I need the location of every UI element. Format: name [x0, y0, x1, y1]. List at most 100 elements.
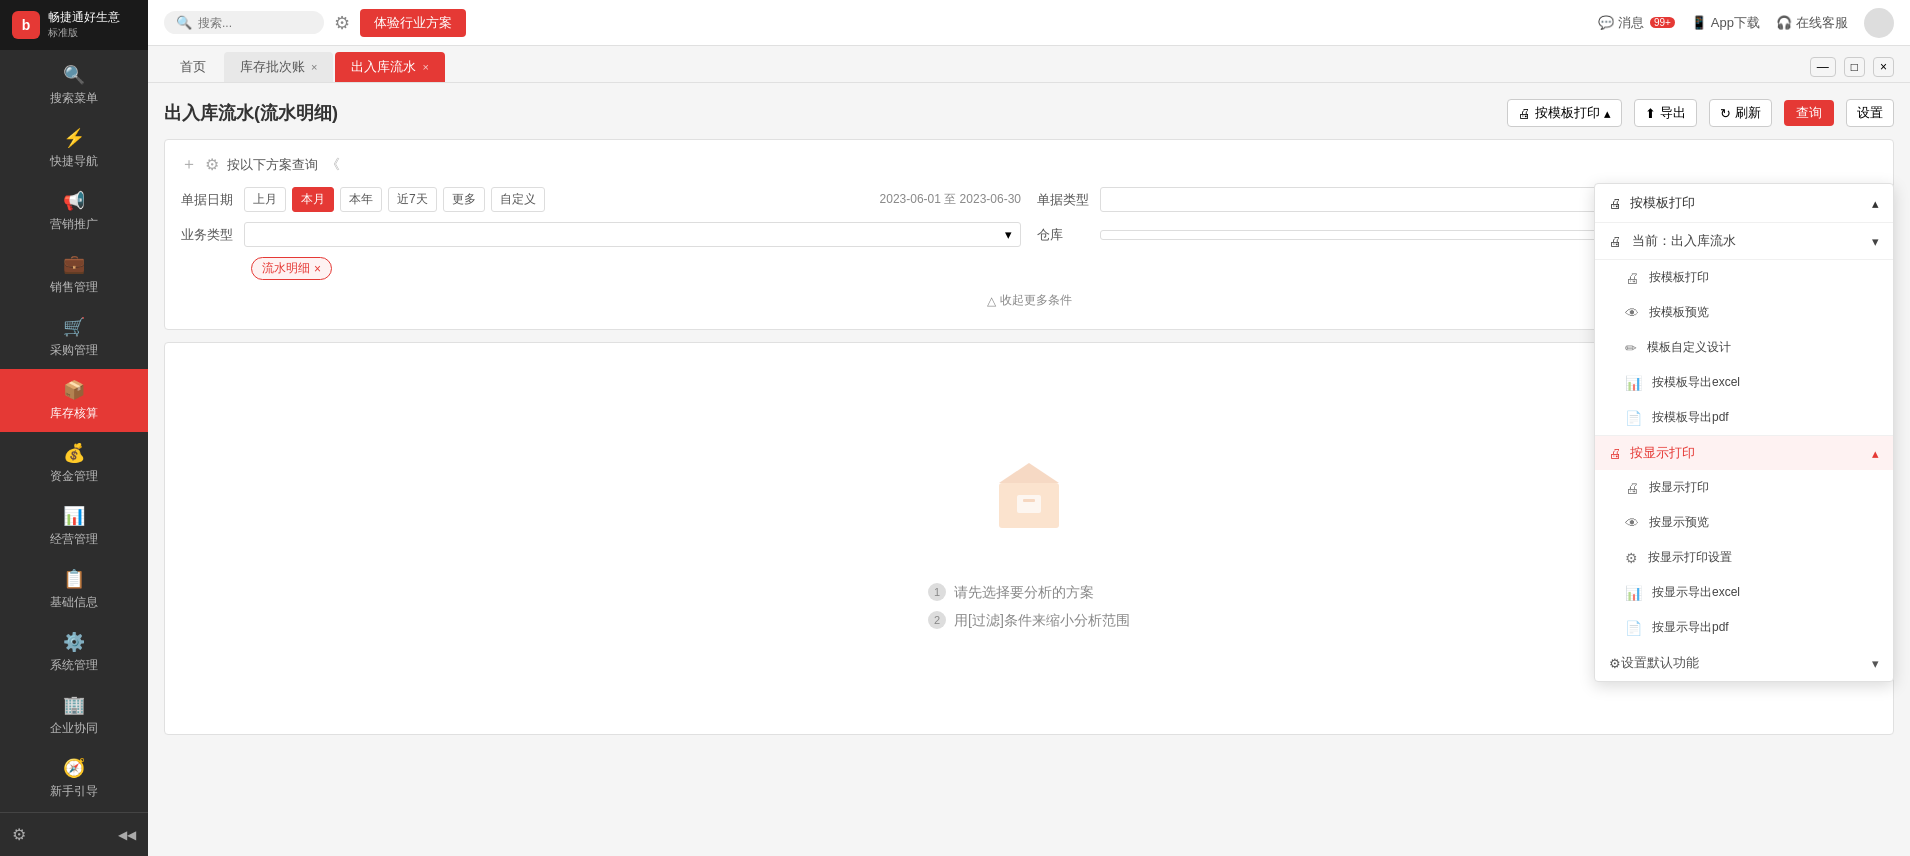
display-print-settings-icon: ⚙ — [1625, 550, 1638, 566]
active-filter-tag[interactable]: 流水明细 × — [251, 257, 332, 280]
sales-icon: 💼 — [63, 253, 85, 275]
topbar-search-input[interactable] — [198, 16, 298, 30]
current-icon: 🖨 — [1609, 234, 1622, 249]
dropdown-item-display-print-settings[interactable]: ⚙按显示打印设置 — [1595, 540, 1893, 575]
topbar-search[interactable]: 🔍 — [164, 11, 324, 34]
app-download-btn[interactable]: 📱 App下载 — [1691, 14, 1760, 32]
page-content: 出入库流水(流水明细) 🖨 按模板打印 ⬆ 导出 ↻ 刷新 查询 设置 — [148, 83, 1910, 856]
dropdown-footer[interactable]: ⚙ 设置默认功能 — [1595, 645, 1893, 681]
online-service-btn[interactable]: 🎧 在线客服 — [1776, 14, 1848, 32]
dropdown-item-display-preview[interactable]: 👁按显示预览 — [1595, 505, 1893, 540]
print-template-btn[interactable]: 🖨 按模板打印 — [1507, 99, 1622, 127]
sidebar-item-label: 资金管理 — [50, 468, 98, 485]
page-actions: 🖨 按模板打印 ⬆ 导出 ↻ 刷新 查询 设置 — [1507, 99, 1894, 127]
refresh-btn[interactable]: ↻ 刷新 — [1709, 99, 1772, 127]
dropdown-collapse-icon[interactable] — [1872, 196, 1879, 211]
sidebar-item-enterprise[interactable]: 🏢企业协同 — [0, 684, 148, 747]
dropdown-item-display-print[interactable]: 🖨按显示打印 — [1595, 470, 1893, 505]
tab-close-batch-account[interactable]: × — [311, 61, 317, 73]
add-condition-btn[interactable]: ＋ — [181, 154, 197, 175]
dropdown-item-display-export-pdf[interactable]: 📄按显示导出pdf — [1595, 610, 1893, 645]
dropdown-item-template-customize[interactable]: ✏模板自定义设计 — [1595, 330, 1893, 365]
sidebar-item-inventory[interactable]: 📦库存核算 — [0, 369, 148, 432]
export-btn[interactable]: ⬆ 导出 — [1634, 99, 1697, 127]
sidebar-item-quick-nav[interactable]: ⚡快捷导航 — [0, 117, 148, 180]
settings-btn[interactable]: 设置 — [1846, 99, 1894, 127]
dropdown-current-item[interactable]: 🖨 当前：出入库流水 — [1595, 223, 1893, 259]
sidebar-item-operation[interactable]: 📊经营管理 — [0, 495, 148, 558]
date-range-display: 2023-06-01 至 2023-06-30 — [880, 191, 1021, 208]
search-icon: 🔍 — [63, 64, 85, 86]
sidebar-item-search[interactable]: 🔍 搜索菜单 — [0, 54, 148, 117]
display-export-pdf-label: 按显示导出pdf — [1652, 619, 1729, 636]
dropdown-display-group-header[interactable]: 🖨按显示打印 — [1595, 436, 1893, 470]
settings-gear-icon[interactable]: ⚙ — [334, 12, 350, 34]
inventory-icon: 📦 — [63, 379, 85, 401]
date-btn-1[interactable]: 本月 — [292, 187, 334, 212]
sidebar-item-guide[interactable]: 🧭新手引导 — [0, 747, 148, 810]
message-btn[interactable]: 💬 消息 99+ — [1598, 14, 1675, 32]
export-label: 导出 — [1660, 104, 1686, 122]
collapse-label: 收起更多条件 — [1000, 292, 1072, 309]
chevron-up-icon — [1604, 106, 1611, 121]
sidebar-item-label: 营销推广 — [50, 216, 98, 233]
marketing-icon: 📢 — [63, 190, 85, 212]
topbar-right: 💬 消息 99+ 📱 App下载 🎧 在线客服 — [1598, 8, 1894, 38]
collapse-panel-btn[interactable]: 《 — [326, 156, 340, 174]
tip-text-1: 请先选择要分析的方案 — [954, 578, 1094, 606]
sidebar-item-basic-info[interactable]: 📋基础信息 — [0, 558, 148, 621]
sidebar-item-marketing[interactable]: 📢 营销推广 — [0, 180, 148, 243]
sidebar-item-system[interactable]: ⚙️系统管理 — [0, 621, 148, 684]
settings-condition-btn[interactable]: ⚙ — [205, 155, 219, 174]
sidebar-item-finance[interactable]: 💰资金管理 — [0, 432, 148, 495]
display-export-excel-icon: 📊 — [1625, 585, 1642, 601]
biz-type-select[interactable]: ▾ — [244, 222, 1021, 247]
tab-home[interactable]: 首页 — [164, 52, 222, 82]
date-label: 单据日期 — [181, 191, 236, 209]
operation-icon: 📊 — [63, 505, 85, 527]
dropdown-item-display-export-excel[interactable]: 📊按显示导出excel — [1595, 575, 1893, 610]
svg-rect-3 — [1023, 499, 1035, 502]
app-download-label: App下载 — [1711, 14, 1760, 32]
print-dropdown-panel: 🖨 按模板打印 🖨 当前：出入库流水 🖨按模板打印👁按模板预览✏模板自定义设计📊… — [1594, 183, 1894, 682]
tab-flow[interactable]: 出入库流水× — [335, 52, 444, 82]
app-version: 标准版 — [48, 26, 120, 40]
date-btn-5[interactable]: 自定义 — [491, 187, 545, 212]
sidebar-item-label: 系统管理 — [50, 657, 98, 674]
main-area: 🔍 ⚙ 体验行业方案 💬 消息 99+ 📱 App下载 🎧 在线客服 — [148, 0, 1910, 856]
sidebar-item-purchase[interactable]: 🛒采购管理 — [0, 306, 148, 369]
tabs-maximize-btn[interactable]: □ — [1844, 57, 1865, 77]
dropdown-item-template-export-excel[interactable]: 📊按模板导出excel — [1595, 365, 1893, 400]
dropdown-current: 🖨 当前：出入库流水 — [1595, 223, 1893, 260]
collapse-icon[interactable]: ◀◀ — [118, 828, 136, 842]
dropdown-item-template-export-pdf[interactable]: 📄按模板导出pdf — [1595, 400, 1893, 435]
tip-text-2: 用[过滤]条件来缩小分析范围 — [954, 606, 1130, 634]
tip-item-2: 2 用[过滤]条件来缩小分析范围 — [928, 606, 1130, 634]
date-btn-3[interactable]: 近7天 — [388, 187, 437, 212]
tag-remove-icon[interactable]: × — [314, 262, 321, 276]
query-btn[interactable]: 查询 — [1784, 100, 1834, 126]
tab-batch-account[interactable]: 库存批次账× — [224, 52, 333, 82]
tab-close-flow[interactable]: × — [422, 61, 428, 73]
display-group-label: 按显示打印 — [1630, 444, 1695, 462]
dropdown-item-template-print[interactable]: 🖨按模板打印 — [1595, 260, 1893, 295]
date-btn-2[interactable]: 本年 — [340, 187, 382, 212]
dropdown-header-label: 按模板打印 — [1630, 194, 1695, 212]
dropdown-item-template-preview[interactable]: 👁按模板预览 — [1595, 295, 1893, 330]
settings-icon[interactable]: ⚙ — [12, 825, 26, 844]
biz-type-label: 业务类型 — [181, 226, 236, 244]
tabs-minimize-btn[interactable]: — — [1810, 57, 1836, 77]
sidebar-item-label: 搜索菜单 — [50, 90, 98, 107]
date-btn-4[interactable]: 更多 — [443, 187, 485, 212]
sidebar-item-sales[interactable]: 💼销售管理 — [0, 243, 148, 306]
tab-label-home: 首页 — [180, 58, 206, 76]
tabs-close-btn[interactable]: × — [1873, 57, 1894, 77]
date-btn-0[interactable]: 上月 — [244, 187, 286, 212]
user-avatar[interactable] — [1864, 8, 1894, 38]
industry-btn[interactable]: 体验行业方案 — [360, 9, 466, 37]
sidebar-item-label: 采购管理 — [50, 342, 98, 359]
dropdown-current-label: 当前：出入库流水 — [1632, 232, 1736, 250]
biz-type-field: 业务类型 ▾ — [181, 222, 1021, 247]
guide-icon: 🧭 — [63, 757, 85, 779]
topbar-left: 🔍 ⚙ 体验行业方案 — [164, 9, 466, 37]
